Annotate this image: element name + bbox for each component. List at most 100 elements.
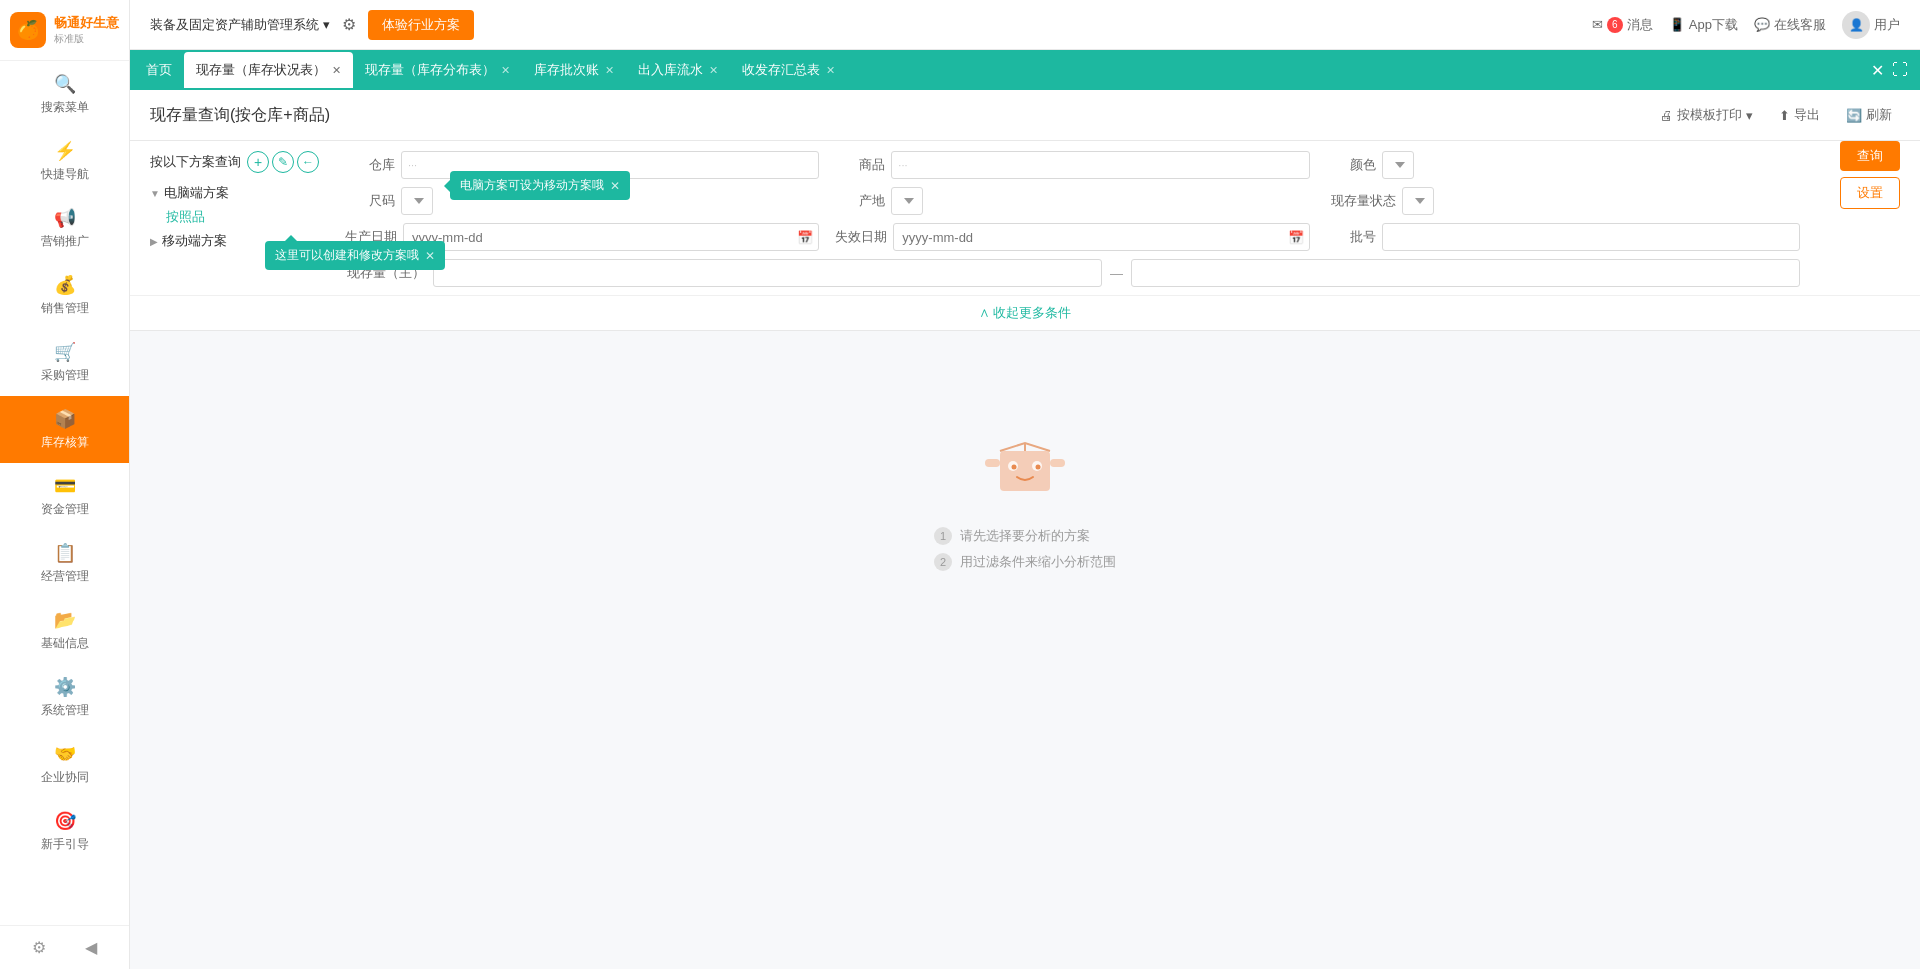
sidebar-item-system[interactable]: ⚙️ 系统管理 [0,664,129,731]
origin-select[interactable] [891,187,923,215]
settings-icon[interactable]: ⚙ [32,938,46,957]
sidebar-item-enterprise[interactable]: 🤝 企业协同 [0,731,129,798]
page-actions: 🖨 按模板打印 ▾ ⬆ 导出 🔄 刷新 [1652,102,1900,128]
sidebar-item-quick-nav[interactable]: ⚡ 快捷导航 [0,128,129,195]
sidebar-item-guide[interactable]: 🎯 新手引导 [0,798,129,865]
refresh-button[interactable]: 🔄 刷新 [1838,102,1900,128]
edit-scheme-button[interactable]: ✎ [272,151,294,173]
collapse-icon[interactable]: ◀ [85,938,97,957]
sidebar-item-label: 经营管理 [41,568,89,585]
query-actions: 查询 设置 [1840,141,1900,209]
sidebar-item-label: 快捷导航 [41,166,89,183]
tab-close-icon[interactable]: ✕ [709,64,718,77]
logo-icon: 🍊 [10,12,46,48]
stock-min-input[interactable] [433,259,1102,287]
tab-label: 出入库流水 [638,61,703,79]
tooltip-close-icon[interactable]: ✕ [610,179,620,193]
sidebar-item-label: 资金管理 [41,501,89,518]
svg-point-5 [1036,465,1041,470]
empty-illustration [975,411,1075,511]
tab-home[interactable]: 首页 [134,52,184,88]
status-select-wrapper [1402,187,1800,215]
batch-label: 批号 [1326,228,1376,246]
svg-point-4 [1012,465,1017,470]
system-selector[interactable]: 装备及固定资产辅助管理系统 ▾ [150,16,330,34]
produce-date-wrapper: 📅 [403,223,819,251]
sidebar-item-inventory[interactable]: 📦 库存核算 [0,396,129,463]
svg-rect-0 [1000,451,1050,491]
message-icon: ✉ [1592,17,1603,32]
arrow-scheme-button[interactable]: ← [297,151,319,173]
expire-date-label: 失效日期 [835,228,887,246]
tip-num-1: 1 [934,527,952,545]
online-service-button[interactable]: 💬 在线客服 [1754,16,1826,34]
warehouse-label: 仓库 [345,156,395,174]
filter-cell-status: 现存量状态 [1326,187,1800,215]
tip-num-2: 2 [934,553,952,571]
size-select[interactable] [401,187,433,215]
tab-close-icon[interactable]: ✕ [605,64,614,77]
status-select[interactable] [1402,187,1434,215]
export-button[interactable]: ⬆ 导出 [1771,102,1828,128]
sidebar-item-label: 新手引导 [41,836,89,853]
color-select[interactable] [1382,151,1414,179]
tab-inventory-status[interactable]: 现存量（库存状况表） ✕ [184,52,353,88]
template-print-button[interactable]: 🖨 按模板打印 ▾ [1652,102,1761,128]
tab-close-icon[interactable]: ✕ [332,64,341,77]
main-area: 装备及固定资产辅助管理系统 ▾ ⚙ 体验行业方案 ✉ 6 消息 📱 App下载 … [130,0,1920,969]
plan-button[interactable]: 体验行业方案 [368,10,474,40]
close-all-icon[interactable]: ✕ [1871,61,1884,80]
sidebar-item-basic[interactable]: 📂 基础信息 [0,597,129,664]
tab-batch-account[interactable]: 库存批次账 ✕ [522,52,626,88]
sidebar-item-marketing[interactable]: 📢 营销推广 [0,195,129,262]
tab-inventory-dist[interactable]: 现存量（库存分布表） ✕ [353,52,522,88]
maximize-icon[interactable]: ⛶ [1892,61,1908,80]
add-scheme-button[interactable]: + [247,151,269,173]
message-button[interactable]: ✉ 6 消息 [1592,16,1653,34]
user-avatar-button[interactable]: 👤 用户 [1842,11,1900,39]
stock-max-input[interactable] [1131,259,1800,287]
tab-close-icon[interactable]: ✕ [826,64,835,77]
reset-button[interactable]: 设置 [1840,177,1900,209]
goods-input[interactable]: ··· [891,151,1309,179]
logo-text: 畅通好生意 标准版 [54,14,119,46]
app-download-button[interactable]: 📱 App下载 [1669,16,1738,34]
sidebar-item-label: 营销推广 [41,233,89,250]
collapse-bar[interactable]: ∧ 收起更多条件 [130,295,1920,330]
scheme-pc-sub-item[interactable]: 按照品 [150,205,345,229]
tab-close-icon[interactable]: ✕ [501,64,510,77]
tab-label: 现存量（库存分布表） [365,61,495,79]
system-icon: ⚙️ [54,676,76,698]
sidebar-item-search[interactable]: 🔍 搜索菜单 [0,61,129,128]
query-button[interactable]: 查询 [1840,141,1900,171]
app-download-label: App下载 [1689,16,1738,34]
gear-icon[interactable]: ⚙ [342,15,356,34]
message-badge: 6 [1607,17,1623,33]
collapse-icon: ▶ [150,236,158,247]
top-header: 装备及固定资产辅助管理系统 ▾ ⚙ 体验行业方案 ✉ 6 消息 📱 App下载 … [130,0,1920,50]
svg-rect-6 [985,459,1000,467]
sidebar-item-purchase[interactable]: 🛒 采购管理 [0,329,129,396]
range-separator: — [1110,266,1123,281]
print-icon: 🖨 [1660,108,1673,123]
sidebar-item-finance[interactable]: 💳 资金管理 [0,463,129,530]
empty-state: 1 请先选择要分析的方案 2 用过滤条件来缩小分析范围 [130,331,1920,651]
page-header: 现存量查询(按仓库+商品) 🖨 按模板打印 ▾ ⬆ 导出 🔄 刷新 [130,90,1920,141]
filter-header-label: 按以下方案查询 [150,153,241,171]
tab-inout-flow[interactable]: 出入库流水 ✕ [626,52,730,88]
finance-icon: 💳 [54,475,76,497]
sidebar-item-sales[interactable]: 💰 销售管理 [0,262,129,329]
sidebar-item-operations[interactable]: 📋 经营管理 [0,530,129,597]
basic-icon: 📂 [54,609,76,631]
origin-select-wrapper [891,187,1309,215]
scheme-pc-item[interactable]: ▼ 电脑端方案 [150,181,345,205]
produce-date-input[interactable] [403,223,819,251]
tab-receive-summary[interactable]: 收发存汇总表 ✕ [730,52,847,88]
tooltip-edit-close-icon[interactable]: ✕ [425,249,435,263]
filter-row-4: 现存量（主） — [345,259,1800,287]
expire-date-input[interactable] [893,223,1309,251]
batch-input[interactable] [1382,223,1800,251]
tabs-bar: 首页 现存量（库存状况表） ✕ 现存量（库存分布表） ✕ 库存批次账 ✕ 出入库… [130,50,1920,90]
enterprise-icon: 🤝 [54,743,76,765]
tooltip-pc: 电脑方案可设为移动方案哦 ✕ [450,171,630,200]
